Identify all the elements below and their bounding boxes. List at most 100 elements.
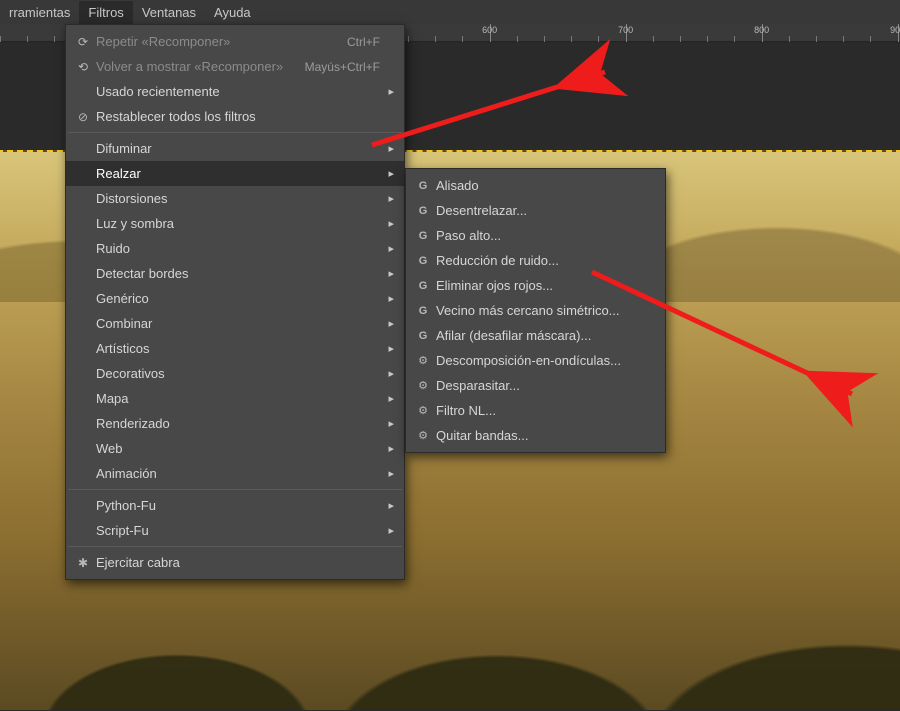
menu-item-label: Descomposición-en-ondículas... bbox=[434, 353, 641, 368]
filters-item-renderizado[interactable]: Renderizado▸ bbox=[66, 411, 404, 436]
realzar-item-reducción-de-ruido[interactable]: GReducción de ruido... bbox=[406, 248, 665, 273]
menu-separator bbox=[68, 546, 402, 547]
menu-item-label: Filtro NL... bbox=[434, 403, 641, 418]
menu-item-label: Repetir «Recomponer» bbox=[94, 34, 339, 49]
reset-icon: ⊘ bbox=[72, 110, 94, 124]
menu-item-label: Volver a mostrar «Recomponer» bbox=[94, 59, 297, 74]
realzar-submenu: GAlisadoGDesentrelazar...GPaso alto...GR… bbox=[405, 168, 666, 453]
filters-item-volver-a-mostrar-recomponer: ⟲Volver a mostrar «Recomponer»Mayús+Ctrl… bbox=[66, 54, 404, 79]
submenu-arrow-icon: ▸ bbox=[380, 167, 394, 180]
filters-item-restablecer-todos-los-filtros[interactable]: ⊘Restablecer todos los filtros bbox=[66, 104, 404, 129]
plugin-icon: ⚙ bbox=[412, 354, 434, 367]
menu-item-label: Mapa bbox=[94, 391, 380, 406]
submenu-arrow-icon: ▸ bbox=[380, 467, 394, 480]
menu-item-label: Quitar bandas... bbox=[434, 428, 641, 443]
submenu-arrow-icon: ▸ bbox=[380, 242, 394, 255]
menu-item-label: Afilar (desafilar máscara)... bbox=[434, 328, 641, 343]
menu-item-label: Genérico bbox=[94, 291, 380, 306]
menu-item-label: Restablecer todos los filtros bbox=[94, 109, 380, 124]
filters-item-animación[interactable]: Animación▸ bbox=[66, 461, 404, 486]
menu-item-label: Decorativos bbox=[94, 366, 380, 381]
filters-item-ruido[interactable]: Ruido▸ bbox=[66, 236, 404, 261]
realzar-item-descomposición-en-ondículas[interactable]: ⚙Descomposición-en-ondículas... bbox=[406, 348, 665, 373]
menubar-item-ventanas[interactable]: Ventanas bbox=[133, 1, 205, 24]
menu-item-label: Renderizado bbox=[94, 416, 380, 431]
filters-item-decorativos[interactable]: Decorativos▸ bbox=[66, 361, 404, 386]
landscape-mountains-near bbox=[0, 572, 900, 710]
menu-item-shortcut: Mayús+Ctrl+F bbox=[297, 60, 380, 74]
filters-item-genérico[interactable]: Genérico▸ bbox=[66, 286, 404, 311]
menu-item-label: Desentrelazar... bbox=[434, 203, 641, 218]
realzar-item-vecino-más-cercano-simétrico[interactable]: GVecino más cercano simétrico... bbox=[406, 298, 665, 323]
filters-item-usado-recientemente[interactable]: Usado recientemente▸ bbox=[66, 79, 404, 104]
menubar-item-filtros[interactable]: Filtros bbox=[79, 1, 132, 24]
ruler-label: 900 bbox=[890, 25, 900, 35]
plugin-icon: ⚙ bbox=[412, 429, 434, 442]
submenu-arrow-icon: ▸ bbox=[380, 217, 394, 230]
plugin-icon: ⚙ bbox=[412, 404, 434, 417]
realzar-item-desparasitar[interactable]: ⚙Desparasitar... bbox=[406, 373, 665, 398]
goat-icon: ✱ bbox=[72, 556, 94, 570]
filters-item-detectar-bordes[interactable]: Detectar bordes▸ bbox=[66, 261, 404, 286]
ruler-label: 800 bbox=[754, 25, 769, 35]
submenu-arrow-icon: ▸ bbox=[380, 317, 394, 330]
filters-item-combinar[interactable]: Combinar▸ bbox=[66, 311, 404, 336]
realzar-item-filtro-nl[interactable]: ⚙Filtro NL... bbox=[406, 398, 665, 423]
reshow-icon: ⟲ bbox=[72, 60, 94, 74]
filters-item-python-fu[interactable]: Python-Fu▸ bbox=[66, 493, 404, 518]
menu-item-label: Combinar bbox=[94, 316, 380, 331]
ruler-label: 600 bbox=[482, 25, 497, 35]
filters-item-script-fu[interactable]: Script-Fu▸ bbox=[66, 518, 404, 543]
menubar-item-ayuda[interactable]: Ayuda bbox=[205, 1, 260, 24]
menu-item-label: Alisado bbox=[434, 178, 641, 193]
menu-item-label: Ruido bbox=[94, 241, 380, 256]
menu-separator bbox=[68, 132, 402, 133]
menu-item-label: Animación bbox=[94, 466, 380, 481]
submenu-arrow-icon: ▸ bbox=[380, 192, 394, 205]
menu-item-label: Web bbox=[94, 441, 380, 456]
plugin-icon: ⚙ bbox=[412, 379, 434, 392]
gegl-icon: G bbox=[412, 280, 434, 292]
gegl-icon: G bbox=[412, 330, 434, 342]
filters-menu: ⟳Repetir «Recomponer»Ctrl+F⟲Volver a mos… bbox=[65, 24, 405, 580]
filters-item-distorsiones[interactable]: Distorsiones▸ bbox=[66, 186, 404, 211]
menu-item-label: Luz y sombra bbox=[94, 216, 380, 231]
menu-item-label: Distorsiones bbox=[94, 191, 380, 206]
submenu-arrow-icon: ▸ bbox=[380, 499, 394, 512]
menu-item-label: Eliminar ojos rojos... bbox=[434, 278, 641, 293]
filters-item-web[interactable]: Web▸ bbox=[66, 436, 404, 461]
submenu-arrow-icon: ▸ bbox=[380, 292, 394, 305]
realzar-item-desentrelazar[interactable]: GDesentrelazar... bbox=[406, 198, 665, 223]
menu-item-label: Desparasitar... bbox=[434, 378, 641, 393]
menubar: rramientasFiltrosVentanasAyuda bbox=[0, 0, 900, 24]
realzar-item-paso-alto[interactable]: GPaso alto... bbox=[406, 223, 665, 248]
menubar-item-rramientas[interactable]: rramientas bbox=[0, 1, 79, 24]
filters-item-difuminar[interactable]: Difuminar▸ bbox=[66, 136, 404, 161]
submenu-arrow-icon: ▸ bbox=[380, 392, 394, 405]
realzar-item-alisado[interactable]: GAlisado bbox=[406, 173, 665, 198]
menu-item-label: Detectar bordes bbox=[94, 266, 380, 281]
menu-item-label: Realzar bbox=[94, 166, 380, 181]
menu-item-label: Paso alto... bbox=[434, 228, 641, 243]
realzar-item-quitar-bandas[interactable]: ⚙Quitar bandas... bbox=[406, 423, 665, 448]
submenu-arrow-icon: ▸ bbox=[380, 142, 394, 155]
submenu-arrow-icon: ▸ bbox=[380, 342, 394, 355]
filters-item-luz-y-sombra[interactable]: Luz y sombra▸ bbox=[66, 211, 404, 236]
filters-item-mapa[interactable]: Mapa▸ bbox=[66, 386, 404, 411]
submenu-arrow-icon: ▸ bbox=[380, 85, 394, 98]
gegl-icon: G bbox=[412, 255, 434, 267]
filters-item-realzar[interactable]: Realzar▸ bbox=[66, 161, 404, 186]
filters-item-repetir-recomponer: ⟳Repetir «Recomponer»Ctrl+F bbox=[66, 29, 404, 54]
menu-item-label: Artísticos bbox=[94, 341, 380, 356]
menu-item-label: Python-Fu bbox=[94, 498, 380, 513]
filters-item-artísticos[interactable]: Artísticos▸ bbox=[66, 336, 404, 361]
submenu-arrow-icon: ▸ bbox=[380, 417, 394, 430]
gegl-icon: G bbox=[412, 180, 434, 192]
menu-separator bbox=[68, 489, 402, 490]
realzar-item-eliminar-ojos-rojos[interactable]: GEliminar ojos rojos... bbox=[406, 273, 665, 298]
realzar-item-afilar-desafilar-máscara[interactable]: GAfilar (desafilar máscara)... bbox=[406, 323, 665, 348]
menu-item-label: Ejercitar cabra bbox=[94, 555, 380, 570]
menu-item-shortcut: Ctrl+F bbox=[339, 35, 380, 49]
menu-item-label: Reducción de ruido... bbox=[434, 253, 641, 268]
filters-item-ejercitar-cabra[interactable]: ✱Ejercitar cabra bbox=[66, 550, 404, 575]
